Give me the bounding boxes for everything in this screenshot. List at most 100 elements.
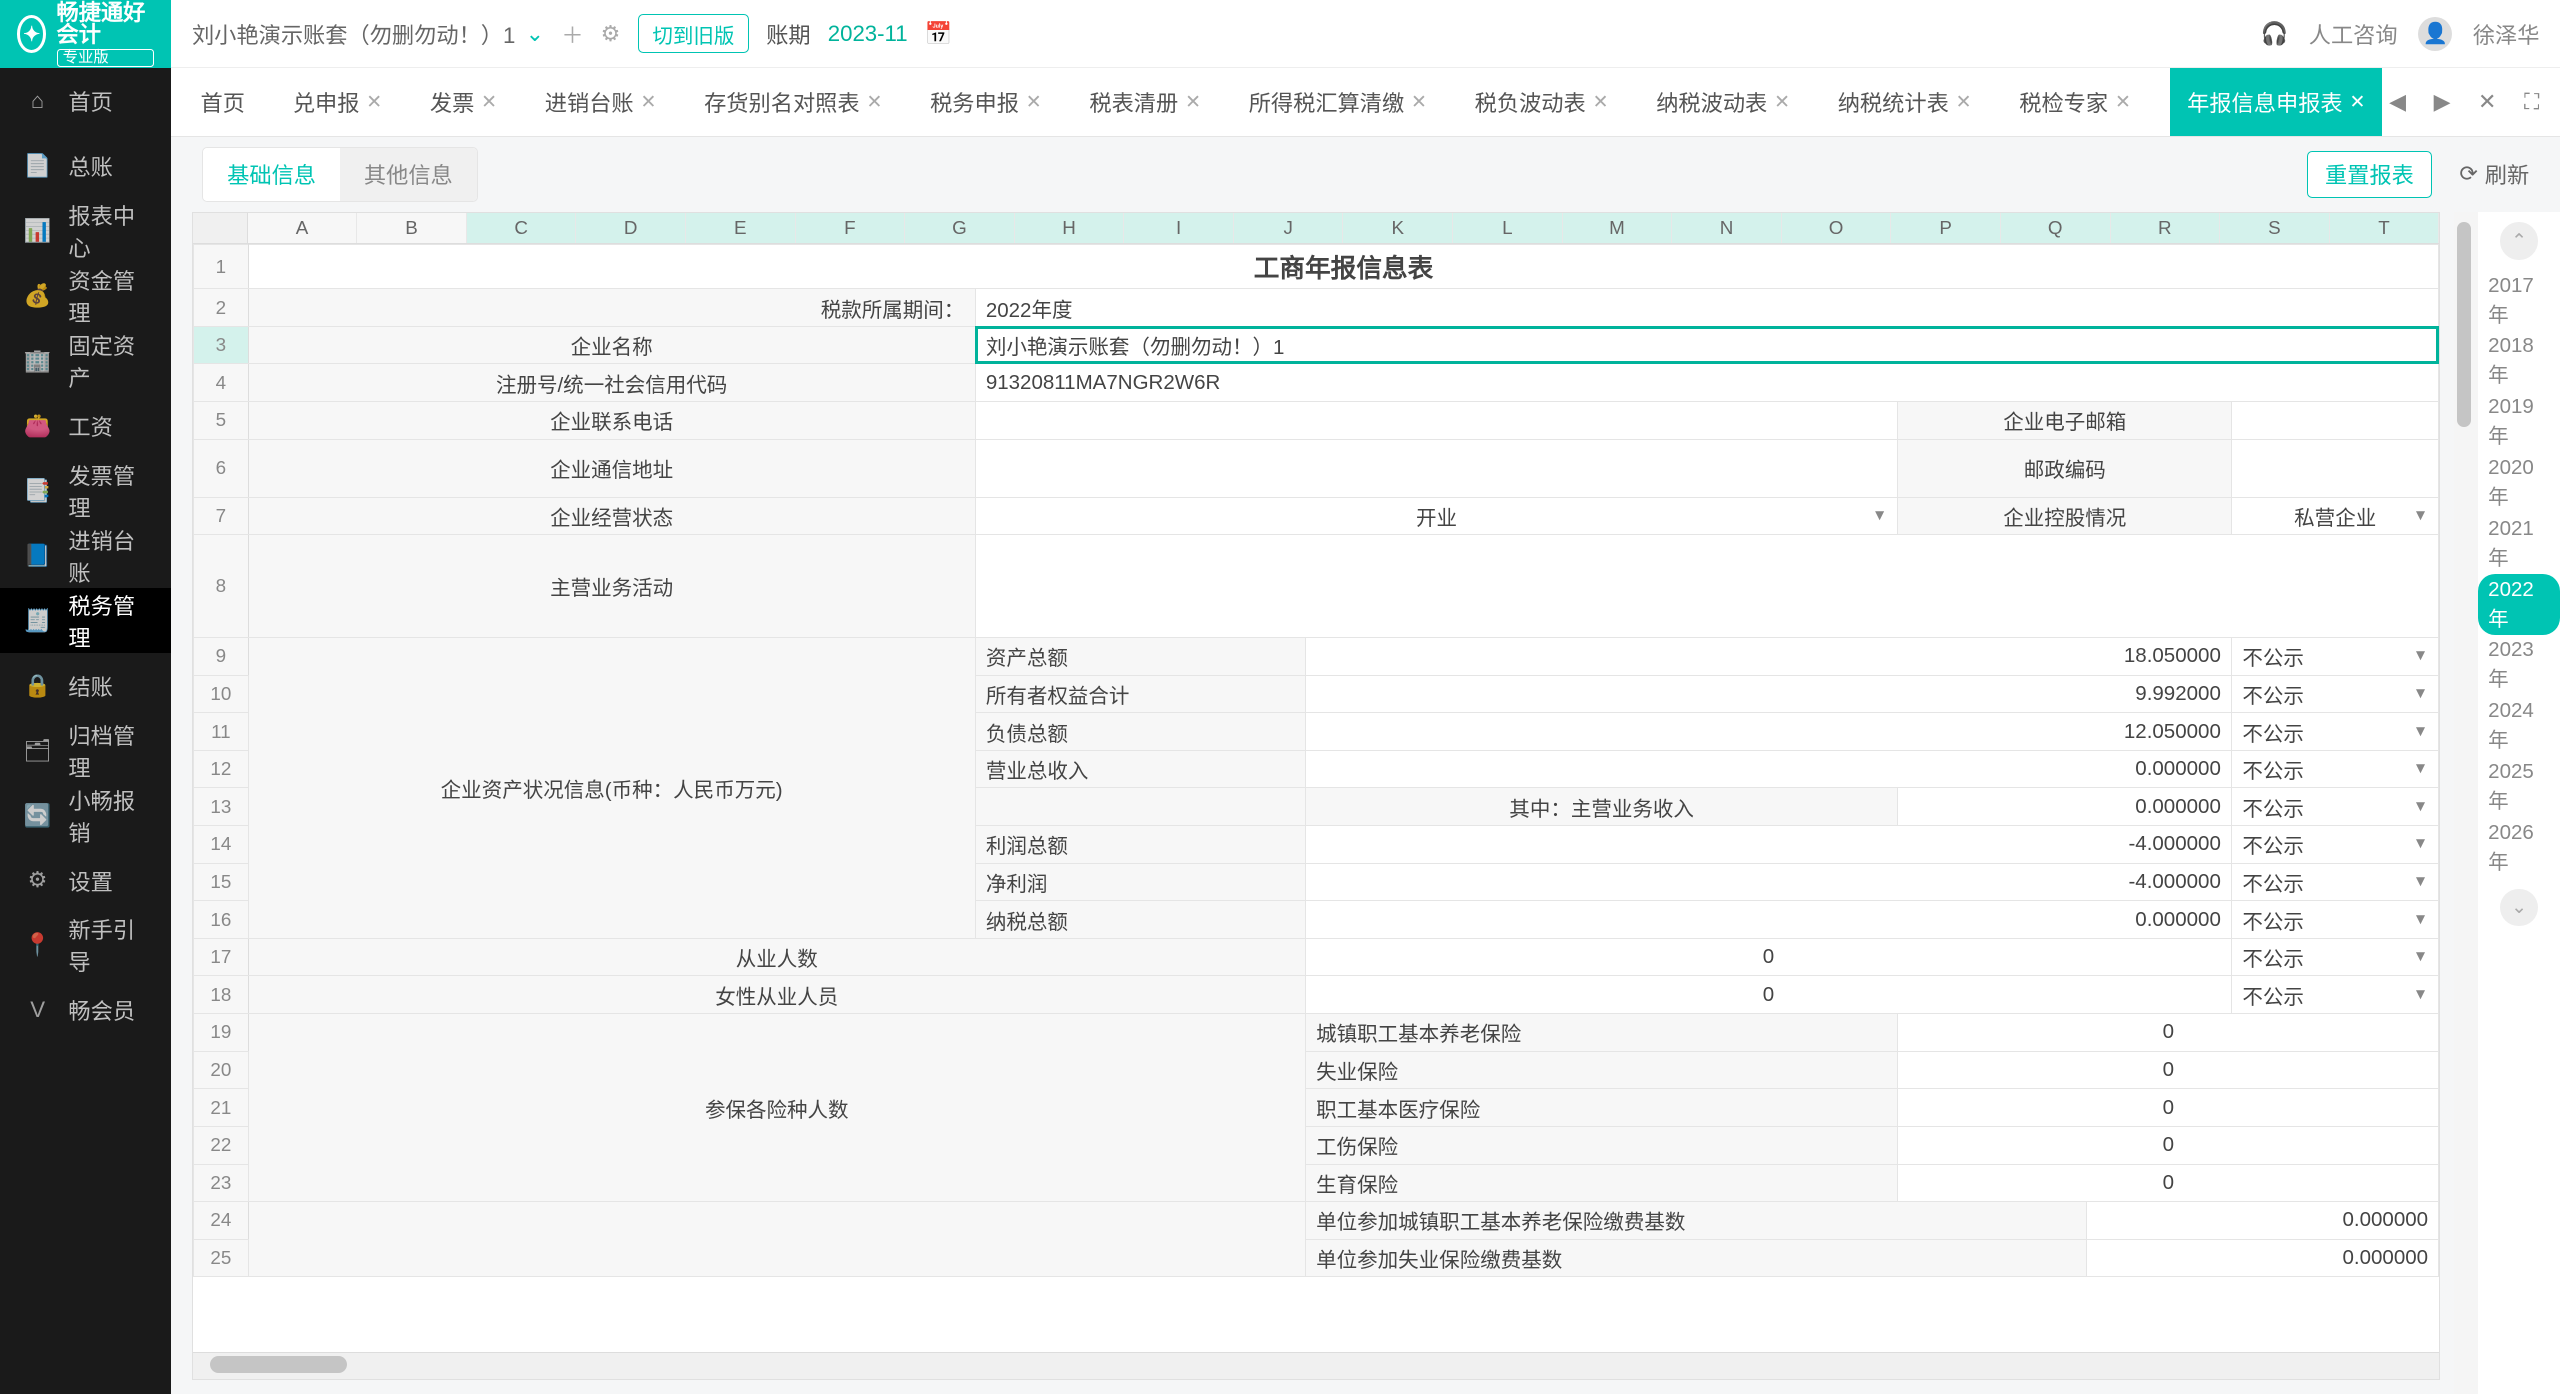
cell-value[interactable] [975,439,1898,497]
year-pill[interactable]: 2025年 [2478,757,2560,818]
sidebar-item-14[interactable]: V畅会员 [0,978,171,1043]
calendar-icon[interactable]: 📅 [925,21,953,47]
cell-value[interactable]: 12.050000 [1305,713,2231,751]
tab-2[interactable]: 发票✕ [421,68,505,135]
sidebar-item-4[interactable]: 🏢固定资产 [0,328,171,393]
col-header[interactable]: G [905,213,1015,243]
row-header[interactable]: 20 [193,1051,248,1089]
cell-value[interactable]: 0.000000 [1305,750,2231,788]
row-header[interactable]: 16 [193,901,248,939]
row-header[interactable]: 24 [193,1202,248,1240]
cell-value[interactable] [975,535,2439,638]
year-pill[interactable]: 2023年 [2478,635,2560,696]
col-header[interactable]: F [796,213,906,243]
col-header[interactable]: E [686,213,796,243]
cell-value[interactable]: 0 [1898,1126,2439,1164]
cell-value[interactable]: 91320811MA7NGR2W6R [975,364,2439,402]
cell-value[interactable]: 0 [1898,1014,2439,1052]
row-header[interactable]: 5 [193,402,248,440]
sidebar-item-6[interactable]: 📑发票管理 [0,458,171,523]
cell-value[interactable]: -4.000000 [1305,826,2231,864]
col-header[interactable]: A [248,213,358,243]
row-header[interactable]: 14 [193,826,248,864]
year-up-icon[interactable]: ⌃ [2500,222,2538,260]
row-header[interactable]: 11 [193,713,248,751]
cell-value[interactable] [975,402,1898,440]
cell-value[interactable]: 0.000000 [1305,901,2231,939]
close-icon[interactable]: ✕ [1185,91,1201,113]
tabs-prev-icon[interactable]: ◀ [2382,82,2413,122]
sidebar-item-11[interactable]: 🔄小畅报销 [0,783,171,848]
cell-value[interactable]: 0.000000 [2087,1239,2439,1277]
cell-value[interactable]: 0 [1898,1051,2439,1089]
row-header[interactable]: 1 [193,244,248,288]
horizontal-scrollbar-thumb[interactable] [210,1356,347,1373]
cell-value[interactable]: 0 [1305,976,2231,1014]
close-icon[interactable]: ✕ [640,91,656,113]
col-header[interactable]: J [1234,213,1344,243]
row-header[interactable]: 8 [193,535,248,638]
reset-report-button[interactable]: 重置报表 [2307,151,2432,199]
row-header[interactable]: 17 [193,938,248,976]
account-set-select[interactable]: 刘小艳演示账套（勿删勿动！）1 ⌄ [192,18,544,50]
sidebar-item-13[interactable]: 📍新手引导 [0,913,171,978]
col-header[interactable]: K [1343,213,1453,243]
cell-dropdown[interactable]: 不公示 [2232,826,2439,864]
tab-9[interactable]: 纳税波动表✕ [1648,68,1799,135]
cell-value[interactable]: 2022年度 [975,289,2439,327]
cell-value[interactable] [2232,439,2439,497]
sidebar-item-7[interactable]: 📘进销台账 [0,523,171,588]
sidebar-item-5[interactable]: 👛工资 [0,393,171,458]
cell-value[interactable]: 刘小艳演示账套（勿删勿动！）1 [975,326,2439,364]
tab-3[interactable]: 进销台账✕ [536,68,665,135]
col-header[interactable]: N [1672,213,1782,243]
col-header[interactable]: H [1015,213,1125,243]
row-header[interactable]: 18 [193,976,248,1014]
sidebar-item-12[interactable]: ⚙设置 [0,848,171,913]
cell-dropdown[interactable]: 开业 [975,497,1898,535]
year-pill[interactable]: 2024年 [2478,696,2560,757]
row-header[interactable]: 7 [193,497,248,535]
cell-dropdown[interactable]: 不公示 [2232,638,2439,676]
spreadsheet[interactable]: ABCDEFGHIJKLMNOPQRST 1工商年报信息表2税款所属期间：202… [192,212,2440,1380]
subtab-basic[interactable]: 基础信息 [203,148,340,201]
close-icon[interactable]: ✕ [1411,91,1427,113]
cell-value[interactable]: 0 [1898,1089,2439,1127]
sidebar-item-1[interactable]: 📄总账 [0,133,171,198]
tab-8[interactable]: 税负波动表✕ [1466,68,1617,135]
refresh-button[interactable]: ⟳ 刷新 [2459,158,2529,190]
col-header[interactable]: I [1124,213,1234,243]
year-pill[interactable]: 2020年 [2478,453,2560,514]
close-icon[interactable]: ✕ [1956,91,1972,113]
horizontal-scrollbar[interactable] [193,1352,2439,1379]
year-pill[interactable]: 2021年 [2478,513,2560,574]
cell-value[interactable]: 0.000000 [2087,1202,2439,1240]
col-header[interactable]: M [1563,213,1673,243]
cell-dropdown[interactable]: 不公示 [2232,750,2439,788]
close-icon[interactable]: ✕ [2349,91,2365,113]
cell-dropdown[interactable]: 不公示 [2232,976,2439,1014]
add-icon[interactable]: ＋ [561,18,583,50]
period-value[interactable]: 2023-11 [828,21,908,47]
cell-dropdown[interactable]: 不公示 [2232,675,2439,713]
avatar[interactable]: 👤 [2418,17,2452,51]
cell-dropdown[interactable]: 不公示 [2232,713,2439,751]
vertical-scrollbar-thumb[interactable] [2457,222,2471,427]
close-icon[interactable]: ✕ [1774,91,1790,113]
cell-dropdown[interactable]: 不公示 [2232,938,2439,976]
col-header[interactable]: S [2220,213,2330,243]
tab-6[interactable]: 税表清册✕ [1081,68,1210,135]
cell-dropdown[interactable]: 私营企业 [2232,497,2439,535]
col-header[interactable]: C [467,213,577,243]
select-all-corner[interactable] [193,213,248,243]
row-header[interactable]: 25 [193,1239,248,1277]
grid-body[interactable]: 1工商年报信息表2税款所属期间：2022年度3企业名称刘小艳演示账套（勿删勿动！… [193,244,2439,1352]
year-pill[interactable]: 2019年 [2478,392,2560,453]
sidebar-item-2[interactable]: 📊报表中心 [0,198,171,263]
col-header[interactable]: D [576,213,686,243]
cell-dropdown[interactable]: 不公示 [2232,863,2439,901]
row-header[interactable]: 13 [193,788,248,826]
switch-old-version-button[interactable]: 切到旧版 [638,14,749,53]
col-header[interactable]: B [357,213,467,243]
sidebar-item-3[interactable]: 💰资金管理 [0,263,171,328]
